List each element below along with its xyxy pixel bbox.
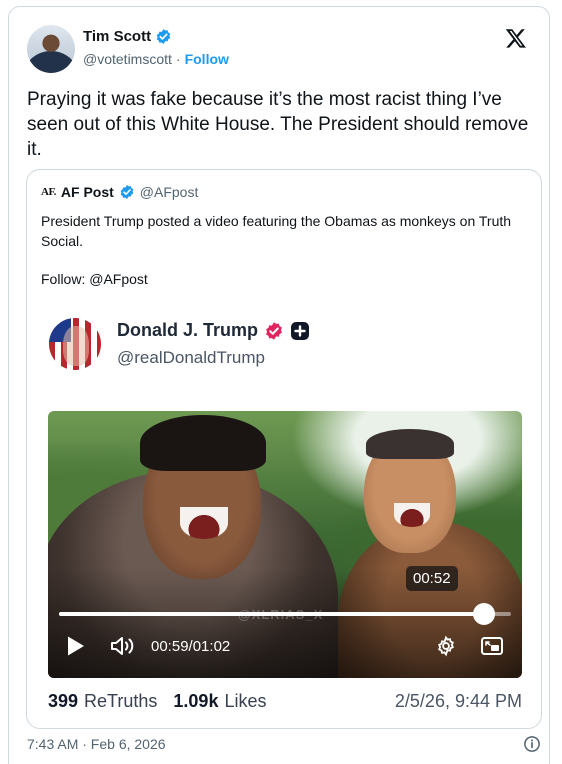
author-handle-row: @votetimscott · Follow [83, 51, 229, 67]
truth-verified-badge-icon [266, 321, 282, 340]
quoted-author-handle: @AFpost [139, 184, 199, 200]
truth-date: 2/5/26, 9:44 PM [394, 691, 522, 711]
quoted-follow-text: Follow: @AFpost [41, 271, 148, 287]
info-icon[interactable] [523, 735, 541, 753]
truth-author-handle: @realDonaldTrump [117, 348, 265, 367]
quoted-post[interactable]: AF. AF Post @AFpost President Trump post… [26, 169, 542, 729]
likes-label: Likes [224, 691, 267, 711]
time-tooltip: 00:52 [406, 566, 458, 591]
author-name-row: Tim Scott [83, 28, 172, 45]
gear-icon [438, 635, 454, 657]
quoted-author-name: AF Post [60, 184, 114, 200]
retruths-count: 399 [48, 691, 79, 711]
current-time: 00:59 [151, 638, 189, 655]
verified-badge-icon [120, 185, 134, 199]
quoted-text: President Trump posted a video featuring… [41, 213, 512, 249]
follow-button[interactable]: Follow [185, 51, 229, 67]
author-avatar[interactable] [27, 25, 75, 73]
likes-count: 1.09k [173, 691, 219, 711]
separator-dot: · [175, 51, 181, 67]
truth-author-name: Donald J. Trump [117, 320, 259, 340]
video-player[interactable]: @XLRIAS_X 00:52 00:59/01:02 [48, 411, 522, 678]
verified-badge-icon [156, 29, 171, 44]
picture-in-picture-icon [481, 637, 503, 655]
author-handle[interactable]: @votetimscott [83, 51, 172, 67]
x-logo-icon[interactable] [505, 27, 527, 49]
settings-button[interactable] [435, 635, 457, 657]
truth-author-avatar [49, 318, 101, 370]
volume-button[interactable] [110, 635, 136, 657]
af-post-logo: AF. [41, 186, 56, 198]
tweet-timestamp[interactable]: 7:43 AM · Feb 6, 2026 [27, 736, 166, 752]
quoted-header: AF. AF Post @AFpost [41, 184, 198, 200]
progress-fill [59, 612, 484, 616]
play-icon [68, 636, 84, 656]
tweet-card: Tim Scott @votetimscott · Follow Praying… [8, 6, 550, 764]
tweet-text: Praying it was fake because it’s the mos… [27, 89, 529, 160]
progress-bar[interactable] [59, 603, 511, 625]
progress-handle[interactable] [472, 603, 495, 625]
plus-badge-icon [291, 321, 310, 340]
retruths-label: ReTruths [84, 691, 158, 711]
picture-in-picture-button[interactable] [480, 635, 504, 657]
author-name[interactable]: Tim Scott [83, 28, 151, 45]
truth-stats: 399 ReTruths 1.09k Likes 2/5/26, 9:44 PM [48, 691, 522, 712]
truth-author-name-row: Donald J. Trump [117, 320, 310, 341]
volume-icon [111, 637, 134, 655]
play-button[interactable] [66, 635, 86, 657]
video-time: 00:59/01:02 [151, 638, 230, 655]
total-time: 01:02 [192, 638, 231, 655]
tweet-footer: 7:43 AM · Feb 6, 2026 [27, 735, 541, 753]
